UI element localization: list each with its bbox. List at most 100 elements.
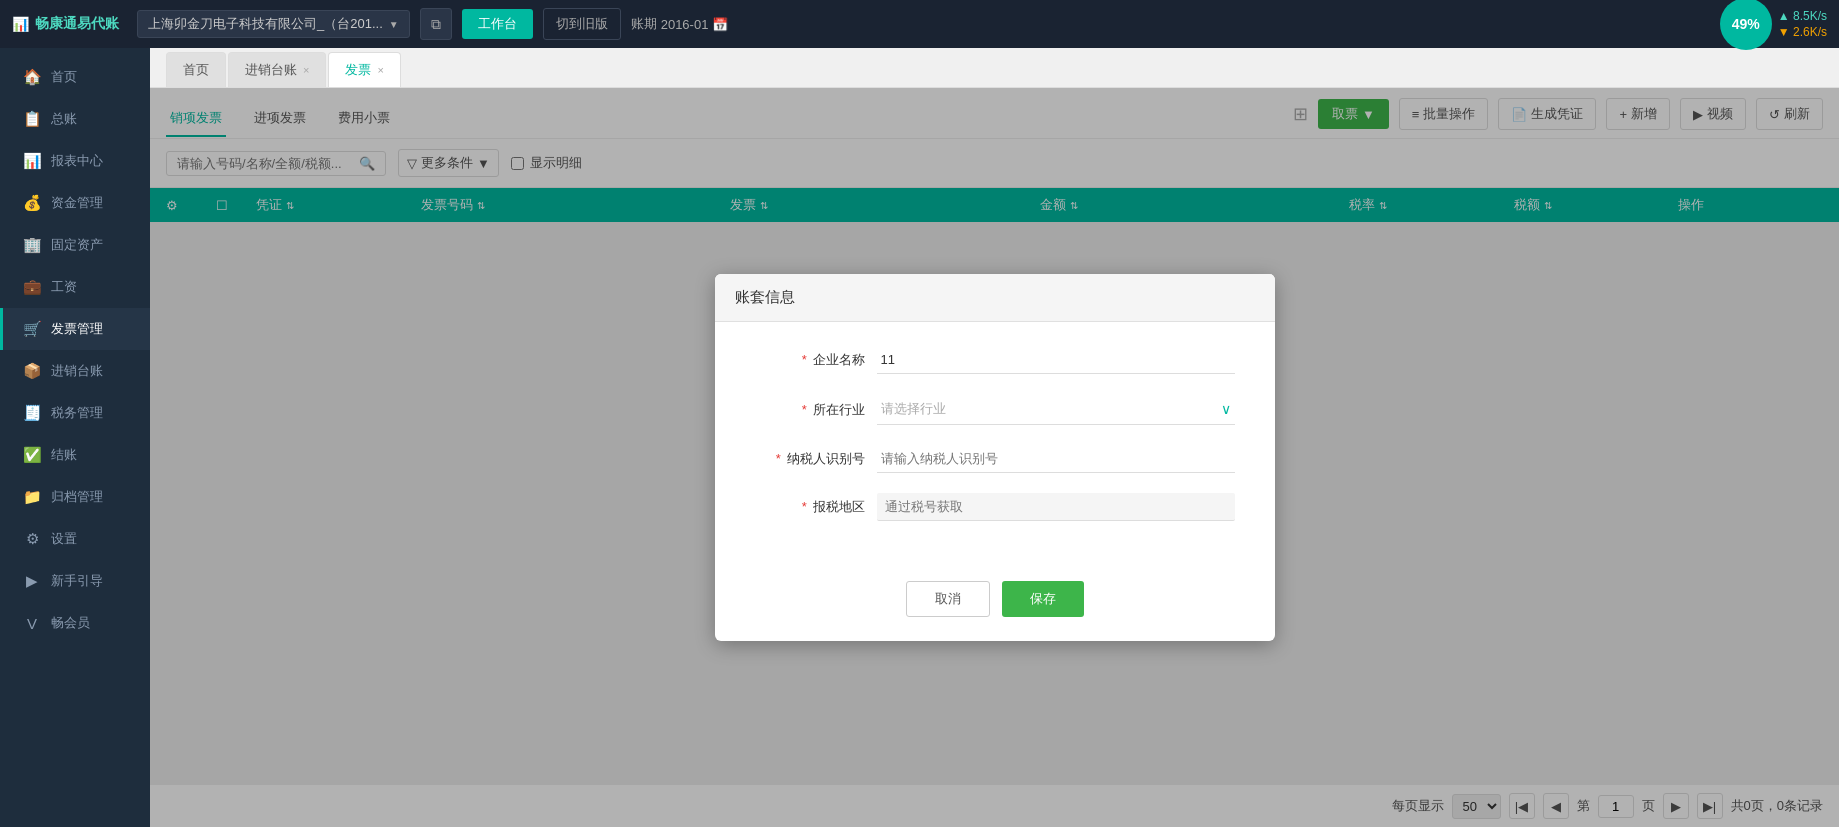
industry-select[interactable]: 请选择行业 ∨ [877,394,1235,425]
assets-icon: 🏢 [23,236,41,254]
sidebar-label-tax: 税务管理 [51,404,103,422]
speed-percent: 49% [1732,16,1760,32]
sidebar-label-settings: 设置 [51,530,77,548]
sidebar-label-assets: 固定资产 [51,236,103,254]
ledger-icon: 📋 [23,110,41,128]
workbench-button[interactable]: 工作台 [462,9,533,39]
top-bar: 📊 畅康通易代账 上海卯金刀电子科技有限公司_（台201... ▼ ⧉ 工作台 … [0,0,1839,48]
purchase-sales-icon: 📦 [23,362,41,380]
form-row-company: * 企业名称 [755,346,1235,374]
invoice-icon: 🛒 [23,320,41,338]
sidebar-item-payroll[interactable]: 💼 工资 [0,266,150,308]
sidebar-label-close: 结账 [51,446,77,464]
sidebar-item-guide[interactable]: ▶ 新手引导 [0,560,150,602]
close-icon: ✅ [23,446,41,464]
tab-invoice[interactable]: 发票 × [328,52,400,87]
company-name: 上海卯金刀电子科技有限公司_（台201... [148,15,383,33]
sidebar-label-funds: 资金管理 [51,194,103,212]
sidebar-item-tax[interactable]: 🧾 税务管理 [0,392,150,434]
tab-home[interactable]: 首页 [166,52,226,87]
sidebar-label-reports: 报表中心 [51,152,103,170]
tax-region-label: * 报税地区 [755,498,865,516]
modal-body: * 企业名称 * 所在行业 请选择行业 [715,322,1275,565]
app-layout: 🏠 首页 📋 总账 📊 报表中心 💰 资金管理 🏢 固定资产 💼 工资 🛒 发票… [0,48,1839,827]
modal-footer: 取消 保存 [715,565,1275,641]
industry-label-text: 所在行业 [813,402,865,417]
company-selector[interactable]: 上海卯金刀电子科技有限公司_（台201... ▼ [137,10,410,38]
industry-label: * 所在行业 [755,401,865,419]
tax-id-label-text: 纳税人识别号 [787,451,865,466]
sidebar-label-member: 畅会员 [51,614,90,632]
main-content: 首页 进销台账 × 发票 × 销项发票 进项发票 费用 [150,48,1839,827]
calendar-icon[interactable]: 📅 [712,17,728,32]
sidebar-label-invoice: 发票管理 [51,320,103,338]
speed-up: ▲ 8.5K/s [1778,9,1827,23]
payroll-icon: 💼 [23,278,41,296]
speed-widget: 49% [1720,0,1772,50]
archive-icon: 📁 [23,488,41,506]
sidebar-label-payroll: 工资 [51,278,77,296]
tab-purchase-sales-label: 进销台账 [245,61,297,79]
home-icon: 🏠 [23,68,41,86]
form-row-tax-region: * 报税地区 [755,493,1235,521]
speed-info: ▲ 8.5K/s ▼ 2.6K/s [1778,9,1827,39]
tab-purchase-sales[interactable]: 进销台账 × [228,52,326,87]
sidebar: 🏠 首页 📋 总账 📊 报表中心 💰 资金管理 🏢 固定资产 💼 工资 🛒 发票… [0,48,150,827]
funds-icon: 💰 [23,194,41,212]
sidebar-item-purchase-sales[interactable]: 📦 进销台账 [0,350,150,392]
sidebar-label-archive: 归档管理 [51,488,103,506]
member-icon: V [23,615,41,632]
sidebar-item-reports[interactable]: 📊 报表中心 [0,140,150,182]
company-name-label-text: 企业名称 [813,352,865,367]
modal-overlay: 账套信息 * 企业名称 [150,88,1839,827]
tax-icon: 🧾 [23,404,41,422]
sidebar-item-home[interactable]: 🏠 首页 [0,56,150,98]
company-name-input[interactable] [877,346,1235,374]
sidebar-label-ledger: 总账 [51,110,77,128]
modal-account-info: 账套信息 * 企业名称 [715,274,1275,641]
tax-region-input [877,493,1235,521]
form-row-industry: * 所在行业 请选择行业 ∨ [755,394,1235,425]
period-text: 账期 [631,15,657,33]
app-logo: 📊 畅康通易代账 [12,15,119,33]
sidebar-label-purchase-sales: 进销台账 [51,362,103,380]
period-value: 2016-01 [661,17,709,32]
sidebar-item-member[interactable]: V 畅会员 [0,602,150,644]
tax-id-input[interactable] [877,445,1235,473]
logo-text: 畅康通易代账 [35,15,119,33]
company-dropdown-arrow: ▼ [389,19,399,30]
tab-bar: 首页 进销台账 × 发票 × [150,48,1839,88]
sidebar-item-ledger[interactable]: 📋 总账 [0,98,150,140]
sidebar-item-archive[interactable]: 📁 归档管理 [0,476,150,518]
modal-header: 账套信息 [715,274,1275,322]
sidebar-item-funds[interactable]: 💰 资金管理 [0,182,150,224]
industry-placeholder: 请选择行业 [881,400,1221,418]
company-name-label: * 企业名称 [755,351,865,369]
industry-dropdown-arrow[interactable]: ∨ [1221,401,1231,417]
copy-icon-btn[interactable]: ⧉ [420,8,452,40]
top-right-area: 49% ▲ 8.5K/s ▼ 2.6K/s [1720,0,1827,50]
logo-icon: 📊 [12,16,29,32]
tax-region-label-text: 报税地区 [813,499,865,514]
switch-old-button[interactable]: 切到旧版 [543,8,621,40]
sidebar-item-close[interactable]: ✅ 结账 [0,434,150,476]
sidebar-label-home: 首页 [51,68,77,86]
sidebar-item-settings[interactable]: ⚙ 设置 [0,518,150,560]
settings-icon: ⚙ [23,530,41,548]
sidebar-item-assets[interactable]: 🏢 固定资产 [0,224,150,266]
sidebar-item-invoice[interactable]: 🛒 发票管理 [0,308,150,350]
sidebar-label-guide: 新手引导 [51,572,103,590]
form-row-tax-id: * 纳税人识别号 [755,445,1235,473]
speed-down: ▼ 2.6K/s [1778,25,1827,39]
reports-icon: 📊 [23,152,41,170]
tab-invoice-close[interactable]: × [377,64,383,76]
tax-id-label: * 纳税人识别号 [755,450,865,468]
period-label: 账期 2016-01 📅 [631,15,729,33]
content-area: 销项发票 进项发票 费用小票 ⊞ 取票 ▼ ≡ 批量操作 [150,88,1839,827]
tab-purchase-sales-close[interactable]: × [303,64,309,76]
save-button[interactable]: 保存 [1002,581,1084,617]
guide-icon: ▶ [23,572,41,590]
tab-invoice-label: 发票 [345,61,371,79]
modal-title: 账套信息 [735,288,795,305]
cancel-button[interactable]: 取消 [906,581,990,617]
